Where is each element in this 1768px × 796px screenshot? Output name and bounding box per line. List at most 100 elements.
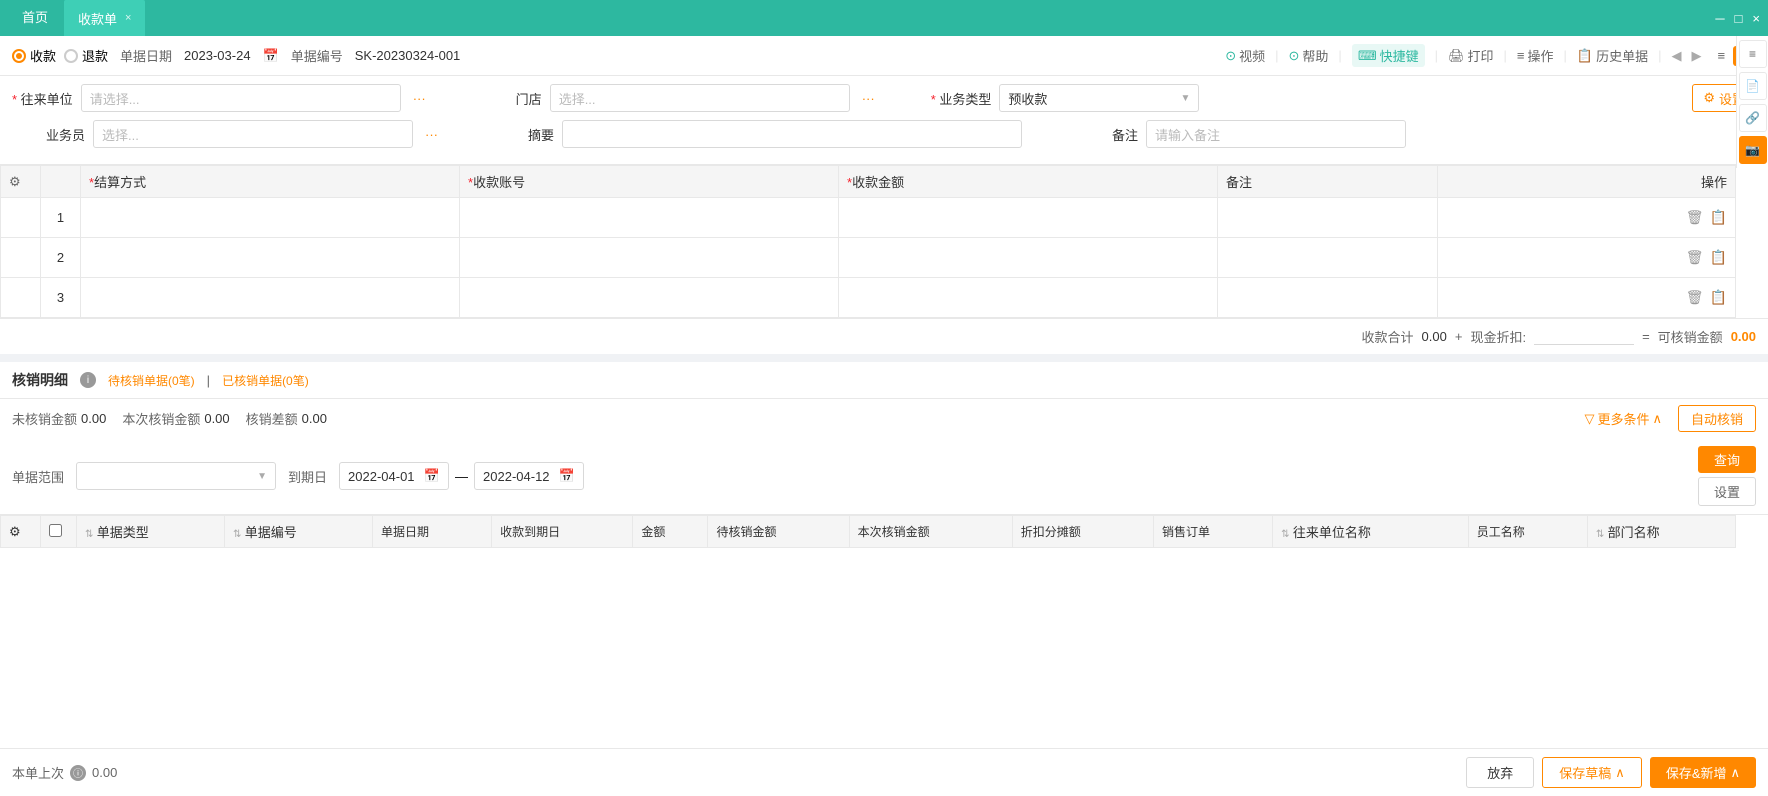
side-table-btn[interactable]: ≡ <box>1739 40 1767 68</box>
store-input[interactable]: 选择... <box>550 84 850 112</box>
table-settings-header[interactable]: ⚙ <box>1 166 41 198</box>
auto-verify-btn[interactable]: 自动核销 <box>1678 405 1756 432</box>
discount-input[interactable] <box>1534 329 1634 345</box>
bottom-table: ⚙ ⇅ 单据类型 ⇅ 单据编号 <box>0 515 1768 748</box>
nav-home[interactable]: 首页 <box>8 0 62 36</box>
sort-icon[interactable]: ⇅ <box>233 529 241 540</box>
row-3-account[interactable] <box>460 278 839 318</box>
store-more-btn[interactable]: ··· <box>862 91 875 106</box>
row-1-copy-btn[interactable]: 📋 <box>1710 209 1727 226</box>
shortcut-btn[interactable]: ⌨ 快捷键 <box>1352 44 1425 67</box>
question-icon: ⊙ <box>1289 48 1300 64</box>
footer-info-icon[interactable]: ⓘ <box>70 765 86 781</box>
table-row: 3 🗑 📋 <box>1 278 1736 318</box>
footer: 本单上次 ⓘ 0.00 放弃 保存草稿 ∧ 保存&新增 ∧ <box>0 748 1768 796</box>
remark-input[interactable]: 请输入备注 <box>1146 120 1406 148</box>
row-3-delete-btn[interactable]: 🗑 <box>1686 289 1704 306</box>
keyboard-icon: ⌨ <box>1358 48 1377 64</box>
nav-prev-icon[interactable]: ◀ <box>1672 48 1682 64</box>
summary-input[interactable] <box>562 120 1022 148</box>
toolbar-right: ⊙ 视频 | ⊙ 帮助 | ⌨ 快捷键 | 🖨 打印 | <box>1225 44 1756 67</box>
video-btn[interactable]: ⊙ 视频 <box>1225 46 1265 65</box>
query-btn[interactable]: 查询 <box>1698 446 1756 473</box>
window-controls: ─ □ × <box>1715 11 1760 26</box>
main-toolbar: 收款 退款 单据日期 2023-03-24 📅 单据编号 SK-20230324… <box>0 36 1768 76</box>
doc-type-col: ⇅ 单据类型 <box>77 516 225 548</box>
verify-stats: 未核销金额 0.00 本次核销金额 0.00 核销差额 0.00 ▽ 更多条件 … <box>0 399 1768 438</box>
verify-info-icon[interactable]: i <box>80 372 96 388</box>
sort-icon[interactable]: ⇅ <box>85 529 93 540</box>
counterpart-input[interactable]: 请选择... <box>81 84 401 112</box>
row-3-remark[interactable] <box>1218 278 1438 318</box>
select-all-checkbox[interactable] <box>49 524 62 537</box>
print-btn[interactable]: 🖨 打印 <box>1448 46 1494 65</box>
discount-split-col: 折扣分摊额 <box>1012 516 1153 548</box>
row-1-delete-btn[interactable]: 🗑 <box>1686 209 1704 226</box>
row-2-account[interactable] <box>460 238 839 278</box>
window-close-btn[interactable]: × <box>1752 11 1760 26</box>
row-2-delete-btn[interactable]: 🗑 <box>1686 249 1704 266</box>
remark-col-header: 备注 <box>1218 166 1438 198</box>
ops-col-header: 操作 <box>1438 166 1736 198</box>
list-view-tab[interactable]: ≡ <box>1712 46 1732 65</box>
footer-value: 0.00 <box>92 765 117 780</box>
window-min-btn[interactable]: ─ <box>1715 11 1724 26</box>
nav-next-icon[interactable]: ▶ <box>1692 48 1702 64</box>
radio-receipt[interactable]: 收款 <box>12 46 56 65</box>
row-2-settings <box>1 238 41 278</box>
nav-tab-receipt[interactable]: 收款单 × <box>64 0 145 36</box>
nav-tab-close[interactable]: × <box>125 12 131 24</box>
row-1-account[interactable] <box>460 198 839 238</box>
row-1-settlement[interactable] <box>81 198 460 238</box>
save-draft-btn[interactable]: 保存草稿 ∧ <box>1542 757 1642 788</box>
pending-tab[interactable]: 待核销单据(0笔) <box>108 372 195 389</box>
abandon-btn[interactable]: 放弃 <box>1466 757 1534 788</box>
row-3-amount[interactable] <box>839 278 1218 318</box>
window-max-btn[interactable]: □ <box>1735 11 1743 26</box>
save-new-btn[interactable]: 保存&新增 ∧ <box>1650 757 1756 788</box>
side-link-btn[interactable]: 🔗 <box>1739 104 1767 132</box>
unverified-stat: 未核销金额 0.00 <box>12 409 106 428</box>
row-2-copy-btn[interactable]: 📋 <box>1710 249 1727 266</box>
side-photo-btn[interactable]: 📷 <box>1739 136 1767 164</box>
staff-input[interactable]: 选择... <box>93 120 413 148</box>
row-3-settlement[interactable] <box>81 278 460 318</box>
row-2-amount[interactable] <box>839 238 1218 278</box>
staff-more-btn[interactable]: ··· <box>425 127 438 142</box>
row-1-amount[interactable] <box>839 198 1218 238</box>
row-1-ops: 🗑 📋 <box>1446 209 1727 226</box>
date-label: 单据日期 <box>120 46 172 65</box>
row-2-remark[interactable] <box>1218 238 1438 278</box>
radio-refund[interactable]: 退款 <box>64 46 108 65</box>
calendar-icon[interactable]: 📅 <box>263 48 279 64</box>
right-side-toolbar: ≡ 📄 🔗 📷 <box>1736 36 1768 168</box>
row-3-ops: 🗑 📋 <box>1446 289 1727 306</box>
nav-tab-label: 收款单 <box>78 9 117 28</box>
row-1-remark[interactable] <box>1218 198 1438 238</box>
operate-btn[interactable]: ≡ 操作 <box>1517 46 1554 65</box>
done-tab[interactable]: 已核销单据(0笔) <box>222 372 309 389</box>
verify-section: 核销明细 i 待核销单据(0笔) | 已核销单据(0笔) 未核销金额 0.00 … <box>0 354 1768 748</box>
counterpart-more-btn[interactable]: ··· <box>413 91 426 106</box>
help-btn[interactable]: ⊙ 帮助 <box>1289 46 1329 65</box>
bottom-check-col[interactable] <box>41 516 77 548</box>
row-2-settlement[interactable] <box>81 238 460 278</box>
sort-icon[interactable]: ⇅ <box>1596 529 1604 540</box>
discount-label: 现金折扣: <box>1470 327 1526 346</box>
row-3-copy-btn[interactable]: 📋 <box>1710 289 1727 306</box>
bottom-settings-col[interactable]: ⚙ <box>1 516 41 548</box>
remark-label: 备注 <box>1078 125 1138 144</box>
date-value: 2023-03-24 <box>184 48 251 63</box>
side-doc-btn[interactable]: 📄 <box>1739 72 1767 100</box>
date-from-input[interactable]: 2022-04-01 📅 <box>339 462 449 490</box>
range-select[interactable]: ▼ <box>76 462 276 490</box>
verifiable-value: 0.00 <box>1731 329 1756 344</box>
more-conditions-btn[interactable]: ▽ 更多条件 ∧ <box>1584 409 1662 428</box>
filter-settings-btn[interactable]: 设置 <box>1698 477 1756 506</box>
row-1-settings <box>1 198 41 238</box>
history-btn[interactable]: 📋 历史单据 <box>1577 46 1648 65</box>
sort-icon[interactable]: ⇅ <box>1281 529 1289 540</box>
date-to-input[interactable]: 2022-04-12 📅 <box>474 462 584 490</box>
biz-type-select[interactable]: 预收款 ▼ <box>999 84 1199 112</box>
radio-receipt-label: 收款 <box>30 46 56 65</box>
